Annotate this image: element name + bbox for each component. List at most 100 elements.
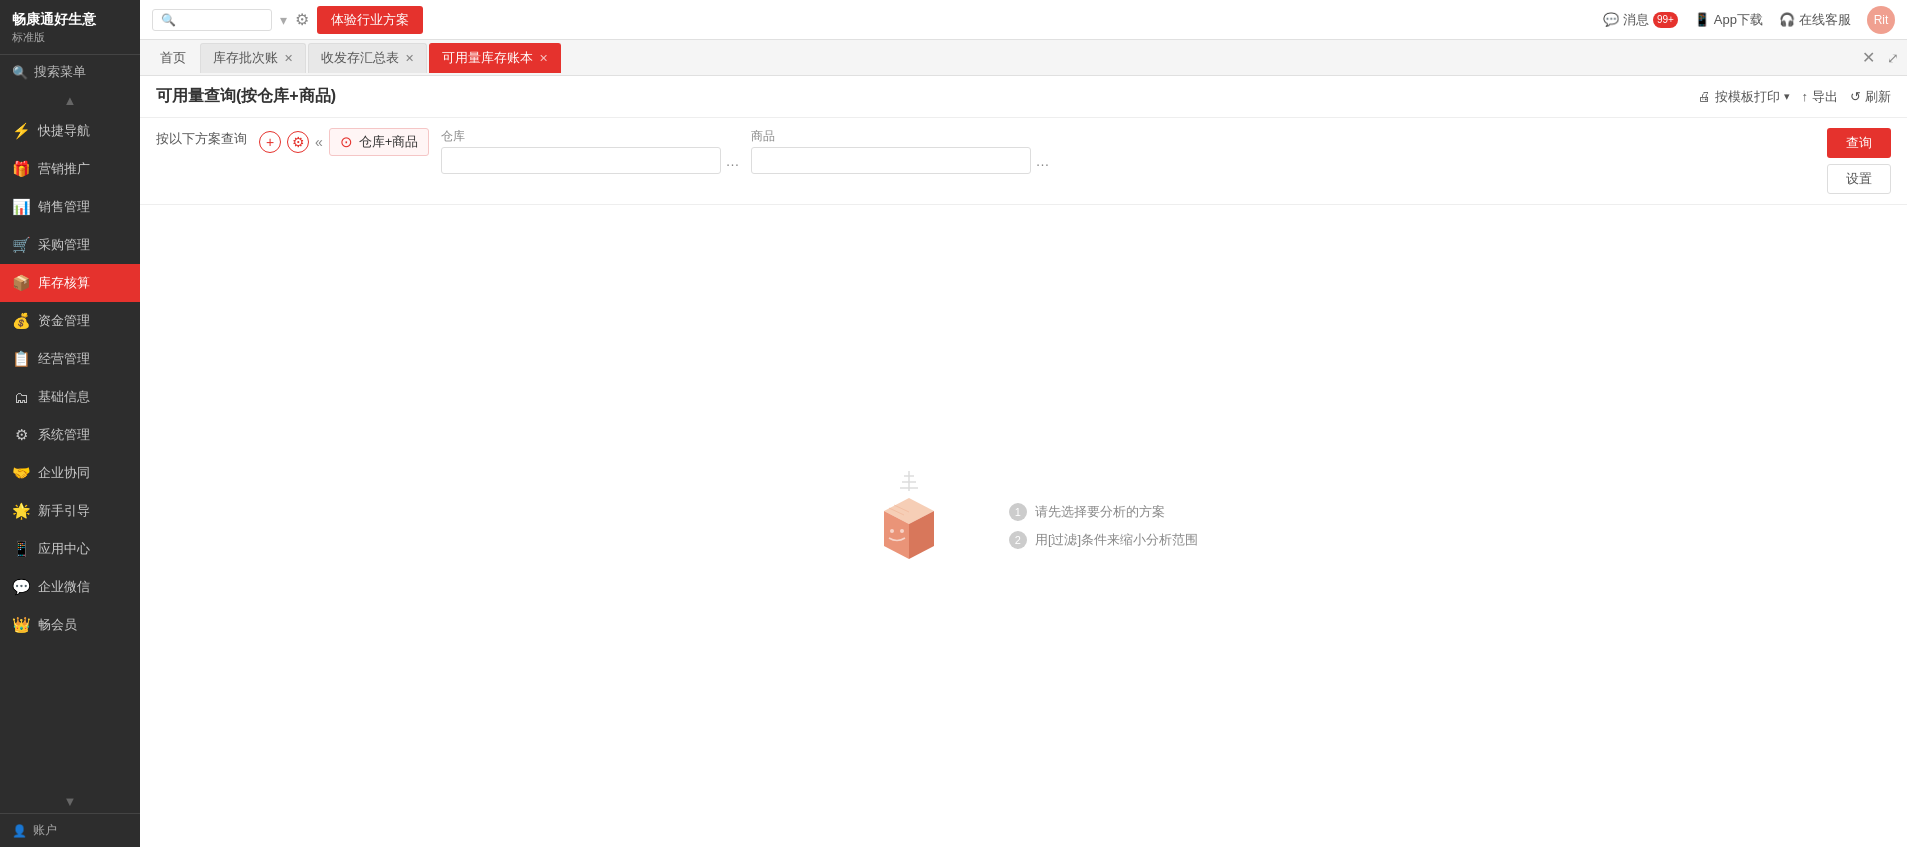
sidebar-item-shortcut[interactable]: ⚡ 快捷导航	[0, 112, 140, 150]
tab-available-account-label: 可用量库存账本	[442, 49, 533, 67]
sidebar-item-label: 营销推广	[38, 160, 90, 178]
tab-available-account-close-icon[interactable]: ✕	[539, 52, 548, 65]
sidebar-item-label: 基础信息	[38, 388, 90, 406]
sidebar-item-appstore[interactable]: 📱 应用中心	[0, 530, 140, 568]
sidebar-item-wechat[interactable]: 💬 企业微信	[0, 568, 140, 606]
purchase-icon: 🛒	[12, 236, 30, 254]
main-content: 🔍 ▾ ⚙ 体验行业方案 💬 消息 99+ 📱 App下载 🎧 在线客服 Rit	[140, 0, 1907, 847]
sidebar-item-operation[interactable]: 📋 经营管理	[0, 340, 140, 378]
tab-receive-summary[interactable]: 收发存汇总表 ✕	[308, 43, 427, 73]
scroll-up-btn[interactable]: ▲	[0, 89, 140, 112]
svg-point-7	[890, 529, 894, 533]
tip-item-1: 1 请先选择要分析的方案	[1009, 503, 1198, 521]
product-input[interactable]	[751, 147, 1031, 174]
headphone-icon: 🎧	[1779, 12, 1795, 27]
app-icon: 📱	[1694, 12, 1710, 27]
sidebar-item-system[interactable]: ⚙ 系统管理	[0, 416, 140, 454]
message-item[interactable]: 💬 消息 99+	[1603, 11, 1678, 29]
page-header: 可用量查询(按仓库+商品) 🖨 按模板打印 ▾ ↑ 导出 ↺ 刷新	[140, 76, 1907, 118]
system-icon: ⚙	[12, 426, 30, 444]
page-actions: 🖨 按模板打印 ▾ ↑ 导出 ↺ 刷新	[1698, 88, 1892, 106]
shortcut-icon: ⚡	[12, 122, 30, 140]
print-template-button[interactable]: 🖨 按模板打印 ▾	[1698, 88, 1790, 106]
app-download-item[interactable]: 📱 App下载	[1694, 11, 1763, 29]
sidebar-item-purchase[interactable]: 🛒 采购管理	[0, 226, 140, 264]
sidebar-item-label: 经营管理	[38, 350, 90, 368]
tab-available-account[interactable]: 可用量库存账本 ✕	[429, 43, 561, 73]
print-dropdown-icon: ▾	[1784, 90, 1790, 103]
sidebar-item-sales[interactable]: 📊 销售管理	[0, 188, 140, 226]
topbar-search[interactable]: 🔍	[152, 9, 272, 31]
sidebar-item-finance[interactable]: 💰 资金管理	[0, 302, 140, 340]
edition-label: 标准版	[12, 30, 128, 44]
sidebar-item-enterprise[interactable]: 🤝 企业协同	[0, 454, 140, 492]
wechat-icon: 💬	[12, 578, 30, 596]
message-icon: 💬	[1603, 12, 1619, 27]
scheme-item-icon: ⊙	[340, 133, 353, 151]
content-area: 1 请先选择要分析的方案 2 用[过滤]条件来缩小分析范围	[140, 205, 1907, 847]
user-avatar[interactable]: Rit	[1867, 6, 1895, 34]
scheme-collapse-button[interactable]: «	[315, 134, 323, 150]
sidebar-item-member[interactable]: 👑 畅会员	[0, 606, 140, 644]
message-label: 消息	[1623, 11, 1649, 29]
tab-batch-account[interactable]: 库存批次账 ✕	[200, 43, 306, 73]
sidebar-item-label: 企业微信	[38, 578, 90, 596]
finance-icon: 💰	[12, 312, 30, 330]
online-service-item[interactable]: 🎧 在线客服	[1779, 11, 1851, 29]
product-more-icon[interactable]: …	[1035, 153, 1049, 169]
sidebar-item-label: 企业协同	[38, 464, 90, 482]
query-button[interactable]: 查询	[1827, 128, 1891, 158]
tab-receive-summary-close-icon[interactable]: ✕	[405, 52, 414, 65]
tab-batch-account-close-icon[interactable]: ✕	[284, 52, 293, 65]
warehouse-more-icon[interactable]: …	[725, 153, 739, 169]
filter-area: 按以下方案查询 + ⚙ « ⊙ 仓库+商品 仓库 … 商品	[140, 118, 1907, 205]
tab-expand-button[interactable]: ⤢	[1887, 50, 1899, 66]
user-name: Rit	[1874, 13, 1889, 27]
topbar-gear-icon[interactable]: ⚙	[295, 10, 309, 29]
svg-point-8	[900, 529, 904, 533]
sidebar-bottom[interactable]: 👤 账户	[0, 813, 140, 847]
sidebar-item-basic[interactable]: 🗂 基础信息	[0, 378, 140, 416]
refresh-icon: ↺	[1850, 89, 1861, 104]
scheme-item-warehouse-product[interactable]: ⊙ 仓库+商品	[329, 128, 430, 156]
marketing-icon: 🎁	[12, 160, 30, 178]
sidebar-item-marketing[interactable]: 🎁 营销推广	[0, 150, 140, 188]
sidebar-item-inventory[interactable]: 📦 库存核算	[0, 264, 140, 302]
print-icon: 🖨	[1698, 89, 1711, 104]
tab-receive-summary-label: 收发存汇总表	[321, 49, 399, 67]
sidebar-item-newbie[interactable]: 🌟 新手引导	[0, 492, 140, 530]
empty-state: 1 请先选择要分析的方案 2 用[过滤]条件来缩小分析范围	[849, 466, 1198, 586]
scheme-item-label: 仓库+商品	[359, 133, 419, 151]
search-icon: 🔍	[12, 65, 28, 80]
member-icon: 👑	[12, 616, 30, 634]
tip-num-2: 2	[1009, 531, 1027, 549]
filter-schemes: + ⚙ « ⊙ 仓库+商品	[259, 128, 429, 156]
tab-close-all-button[interactable]: ✕	[1856, 46, 1881, 69]
scroll-down-btn[interactable]: ▼	[0, 790, 140, 813]
sidebar: 畅康通好生意 标准版 🔍 搜索菜单 ▲ ⚡ 快捷导航 🎁 营销推广 📊 销售管理…	[0, 0, 140, 847]
settings-button[interactable]: 设置	[1827, 164, 1891, 194]
tab-home-label: 首页	[160, 49, 186, 67]
industry-solution-button[interactable]: 体验行业方案	[317, 6, 423, 34]
tip-item-2: 2 用[过滤]条件来缩小分析范围	[1009, 531, 1198, 549]
topbar-dropdown-icon[interactable]: ▾	[280, 12, 287, 28]
scheme-add-button[interactable]: +	[259, 131, 281, 153]
tabs-row: 首页 库存批次账 ✕ 收发存汇总表 ✕ 可用量库存账本 ✕ ✕ ⤢	[140, 40, 1907, 76]
basic-icon: 🗂	[12, 389, 30, 406]
sidebar-search[interactable]: 🔍 搜索菜单	[0, 55, 140, 89]
refresh-label: 刷新	[1865, 88, 1891, 106]
topbar-search-icon: 🔍	[161, 13, 176, 27]
tab-home[interactable]: 首页	[148, 43, 198, 73]
product-field-label: 商品	[751, 128, 1049, 145]
page-title: 可用量查询(按仓库+商品)	[156, 86, 336, 107]
export-button[interactable]: ↑ 导出	[1802, 88, 1839, 106]
empty-illustration-svg	[849, 466, 969, 586]
warehouse-input[interactable]	[441, 147, 721, 174]
scheme-settings-button[interactable]: ⚙	[287, 131, 309, 153]
filter-label: 按以下方案查询	[156, 130, 247, 148]
sidebar-nav: ⚡ 快捷导航 🎁 营销推广 📊 销售管理 🛒 采购管理 📦 库存核算 💰 资金管…	[0, 112, 140, 790]
enterprise-icon: 🤝	[12, 464, 30, 482]
refresh-button[interactable]: ↺ 刷新	[1850, 88, 1891, 106]
sales-icon: 📊	[12, 198, 30, 216]
sidebar-item-label: 资金管理	[38, 312, 90, 330]
